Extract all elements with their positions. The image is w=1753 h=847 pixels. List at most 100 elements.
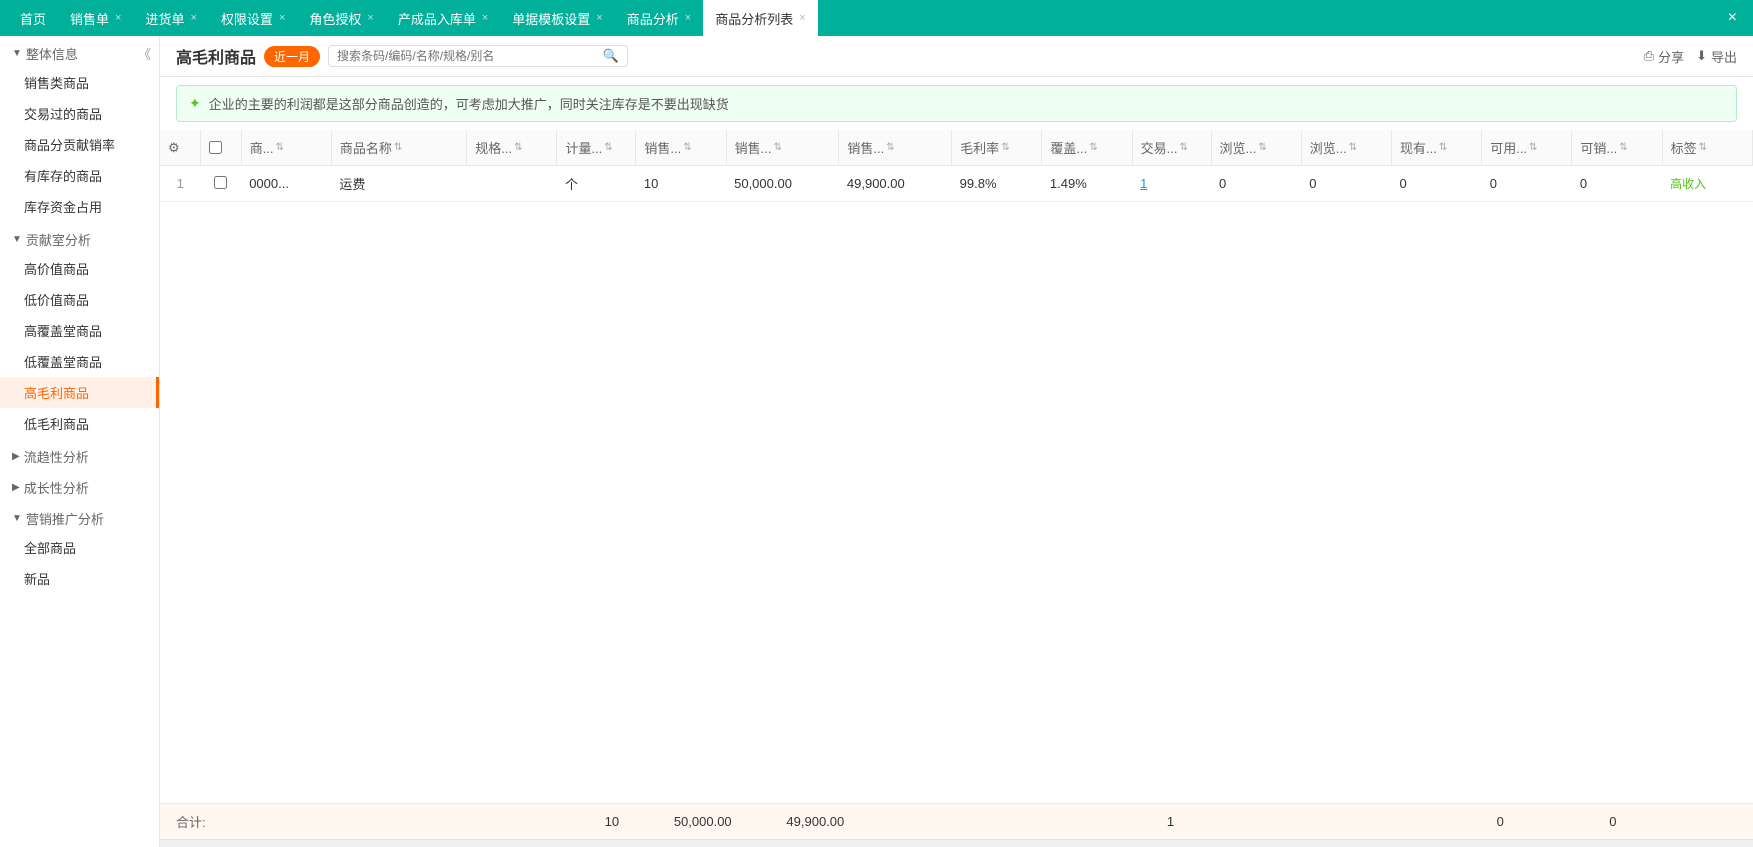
arrow-icon-2: ▼ [12, 234, 22, 245]
nav-role-close[interactable]: × [367, 12, 373, 24]
sidebar-group-marketing[interactable]: ▼ 营销推广分析 [0, 501, 159, 532]
th-browse2[interactable]: 浏览...⇅ [1301, 130, 1391, 166]
sidebar-group-growth[interactable]: ▶ 成长性分析 [0, 470, 159, 501]
header-actions: ⎙ 分享 ⬇ 导出 [1644, 47, 1737, 66]
select-all-checkbox[interactable] [209, 141, 222, 154]
content-area: 高毛利商品 近一月 🔍 ⎙ 分享 ⬇ 导出 ✦ 企业的主要的利润都是这部分商品创… [160, 36, 1753, 847]
th-spec[interactable]: 规格...⇅ [467, 130, 557, 166]
nav-purchase-close[interactable]: × [190, 12, 196, 24]
sidebar-group-trend[interactable]: ▶ 流趋性分析 [0, 439, 159, 470]
th-settings[interactable]: ⚙ [160, 130, 201, 166]
arrow-icon-3: ▶ [12, 451, 20, 462]
nav-analysis-close[interactable]: × [685, 12, 691, 24]
filter-recent-month-btn[interactable]: 近一月 [264, 46, 320, 67]
export-btn[interactable]: ⬇ 导出 [1696, 47, 1737, 66]
nav-sales-close[interactable]: × [115, 12, 121, 24]
nav-home[interactable]: 首页 [8, 0, 58, 36]
footer-spacer4 [1624, 814, 1737, 829]
share-icon: ⎙ [1644, 48, 1654, 64]
tx-count-link[interactable]: 1 [1140, 176, 1147, 191]
nav-analysis[interactable]: 商品分析 × [615, 0, 703, 36]
footer-spacer1 [214, 814, 515, 829]
sidebar-item-new-goods[interactable]: 新品 [0, 563, 159, 594]
page-title: 高毛利商品 [176, 44, 256, 68]
th-unit[interactable]: 计量...⇅ [557, 130, 636, 166]
th-checkbox[interactable] [201, 130, 242, 166]
arrow-icon-4: ▶ [12, 482, 20, 493]
sidebar-item-high-value[interactable]: 高价值商品 [0, 253, 159, 284]
th-name[interactable]: 商品名称⇅ [331, 130, 466, 166]
sidebar-item-high-coverage[interactable]: 高覆盖堂商品 [0, 315, 159, 346]
footer-spacer2 [852, 814, 1069, 829]
sidebar-item-instock-goods[interactable]: 有库存的商品 [0, 160, 159, 191]
th-current[interactable]: 现有...⇅ [1391, 130, 1481, 166]
sidebar-group-overview[interactable]: ▼ 整体信息 [0, 36, 159, 67]
sidebar-group-contribution[interactable]: ▼ 贡献室分析 [0, 222, 159, 253]
table-row: 1 0000... 运费 个 10 50,000.00 49,900.00 99… [160, 166, 1753, 202]
info-icon: ✦ [189, 95, 201, 112]
arrow-icon-5: ▼ [12, 513, 22, 524]
cell-browse1: 0 [1211, 166, 1301, 202]
cell-code: 0000... [241, 166, 331, 202]
footer-sales-cost: 49,900.00 [740, 814, 853, 829]
cell-tx-count[interactable]: 1 [1132, 166, 1211, 202]
nav-analysis-list[interactable]: 商品分析列表 × [703, 0, 817, 36]
th-browse1[interactable]: 浏览...⇅ [1211, 130, 1301, 166]
th-coverage[interactable]: 覆盖...⇅ [1042, 130, 1132, 166]
sidebar-item-traded-goods[interactable]: 交易过的商品 [0, 98, 159, 129]
nav-role[interactable]: 角色授权 × [297, 0, 385, 36]
sidebar-item-low-margin[interactable]: 低毛利商品 [0, 408, 159, 439]
bottom-scrollbar[interactable] [160, 839, 1753, 847]
row-checkbox-cell[interactable] [201, 166, 242, 202]
footer-sales-qty: 10 [514, 814, 627, 829]
row-checkbox[interactable] [214, 176, 227, 189]
top-nav: 首页 销售单 × 进货单 × 权限设置 × 角色授权 × 产成品入库单 × 单据… [0, 0, 1753, 36]
search-icon[interactable]: 🔍 [603, 48, 619, 64]
search-box: 🔍 [328, 45, 628, 67]
sidebar: 《 ▼ 整体信息 销售类商品 交易过的商品 商品分贡献销率 有库存的商品 库存资… [0, 36, 160, 847]
sidebar-item-sales-goods[interactable]: 销售类商品 [0, 67, 159, 98]
cell-current: 0 [1391, 166, 1481, 202]
nav-product-entry[interactable]: 产成品入库单 × [386, 0, 500, 36]
th-saleable[interactable]: 可销...⇅ [1572, 130, 1662, 166]
sidebar-item-low-value[interactable]: 低价值商品 [0, 284, 159, 315]
th-sales-qty[interactable]: 销售...⇅ [636, 130, 726, 166]
nav-permission[interactable]: 权限设置 × [209, 0, 297, 36]
th-sales-amt[interactable]: 销售...⇅ [726, 130, 839, 166]
row-num: 1 [160, 166, 201, 202]
th-available[interactable]: 可用...⇅ [1482, 130, 1572, 166]
sidebar-item-all-goods[interactable]: 全部商品 [0, 532, 159, 563]
th-gross-rate[interactable]: 毛利率⇅ [952, 130, 1042, 166]
export-icon: ⬇ [1696, 48, 1707, 64]
th-tx-count[interactable]: 交易...⇅ [1132, 130, 1211, 166]
window-close-btn[interactable]: × [1720, 9, 1745, 27]
nav-product-entry-close[interactable]: × [482, 12, 488, 24]
th-sales-cost[interactable]: 销售...⇅ [839, 130, 952, 166]
arrow-icon: ▼ [12, 48, 22, 59]
nav-analysis-list-close[interactable]: × [799, 12, 805, 24]
sidebar-item-stock-capital[interactable]: 库存资金占用 [0, 191, 159, 222]
footer-cells: 10 50,000.00 49,900.00 1 0 0 [214, 814, 1737, 829]
cell-saleable: 0 [1572, 166, 1662, 202]
th-tag[interactable]: 标签⇅ [1662, 130, 1752, 166]
search-input[interactable] [337, 49, 599, 63]
sidebar-item-low-coverage[interactable]: 低覆盖堂商品 [0, 346, 159, 377]
nav-sales[interactable]: 销售单 × [58, 0, 133, 36]
sidebar-item-high-margin[interactable]: 高毛利商品 [0, 377, 159, 408]
nav-permission-close[interactable]: × [279, 12, 285, 24]
main-layout: 《 ▼ 整体信息 销售类商品 交易过的商品 商品分贡献销率 有库存的商品 库存资… [0, 36, 1753, 847]
table-container: ⚙ 商...⇅ 商品名称⇅ 规格...⇅ [160, 130, 1753, 803]
cell-sales-cost: 49,900.00 [839, 166, 952, 202]
footer-current: 0 [1399, 814, 1512, 829]
tag-label: 高收入 [1670, 177, 1706, 191]
th-code[interactable]: 商...⇅ [241, 130, 331, 166]
footer-label: 合计: [176, 812, 206, 831]
share-btn[interactable]: ⎙ 分享 [1644, 47, 1684, 66]
nav-template-close[interactable]: × [596, 12, 602, 24]
nav-template[interactable]: 单据模板设置 × [500, 0, 614, 36]
sidebar-item-contribution-rate[interactable]: 商品分贡献销率 [0, 129, 159, 160]
nav-purchase[interactable]: 进货单 × [133, 0, 208, 36]
sidebar-collapse-btn[interactable]: 《 [138, 44, 151, 63]
cell-sales-qty: 10 [636, 166, 726, 202]
cell-browse2: 0 [1301, 166, 1391, 202]
